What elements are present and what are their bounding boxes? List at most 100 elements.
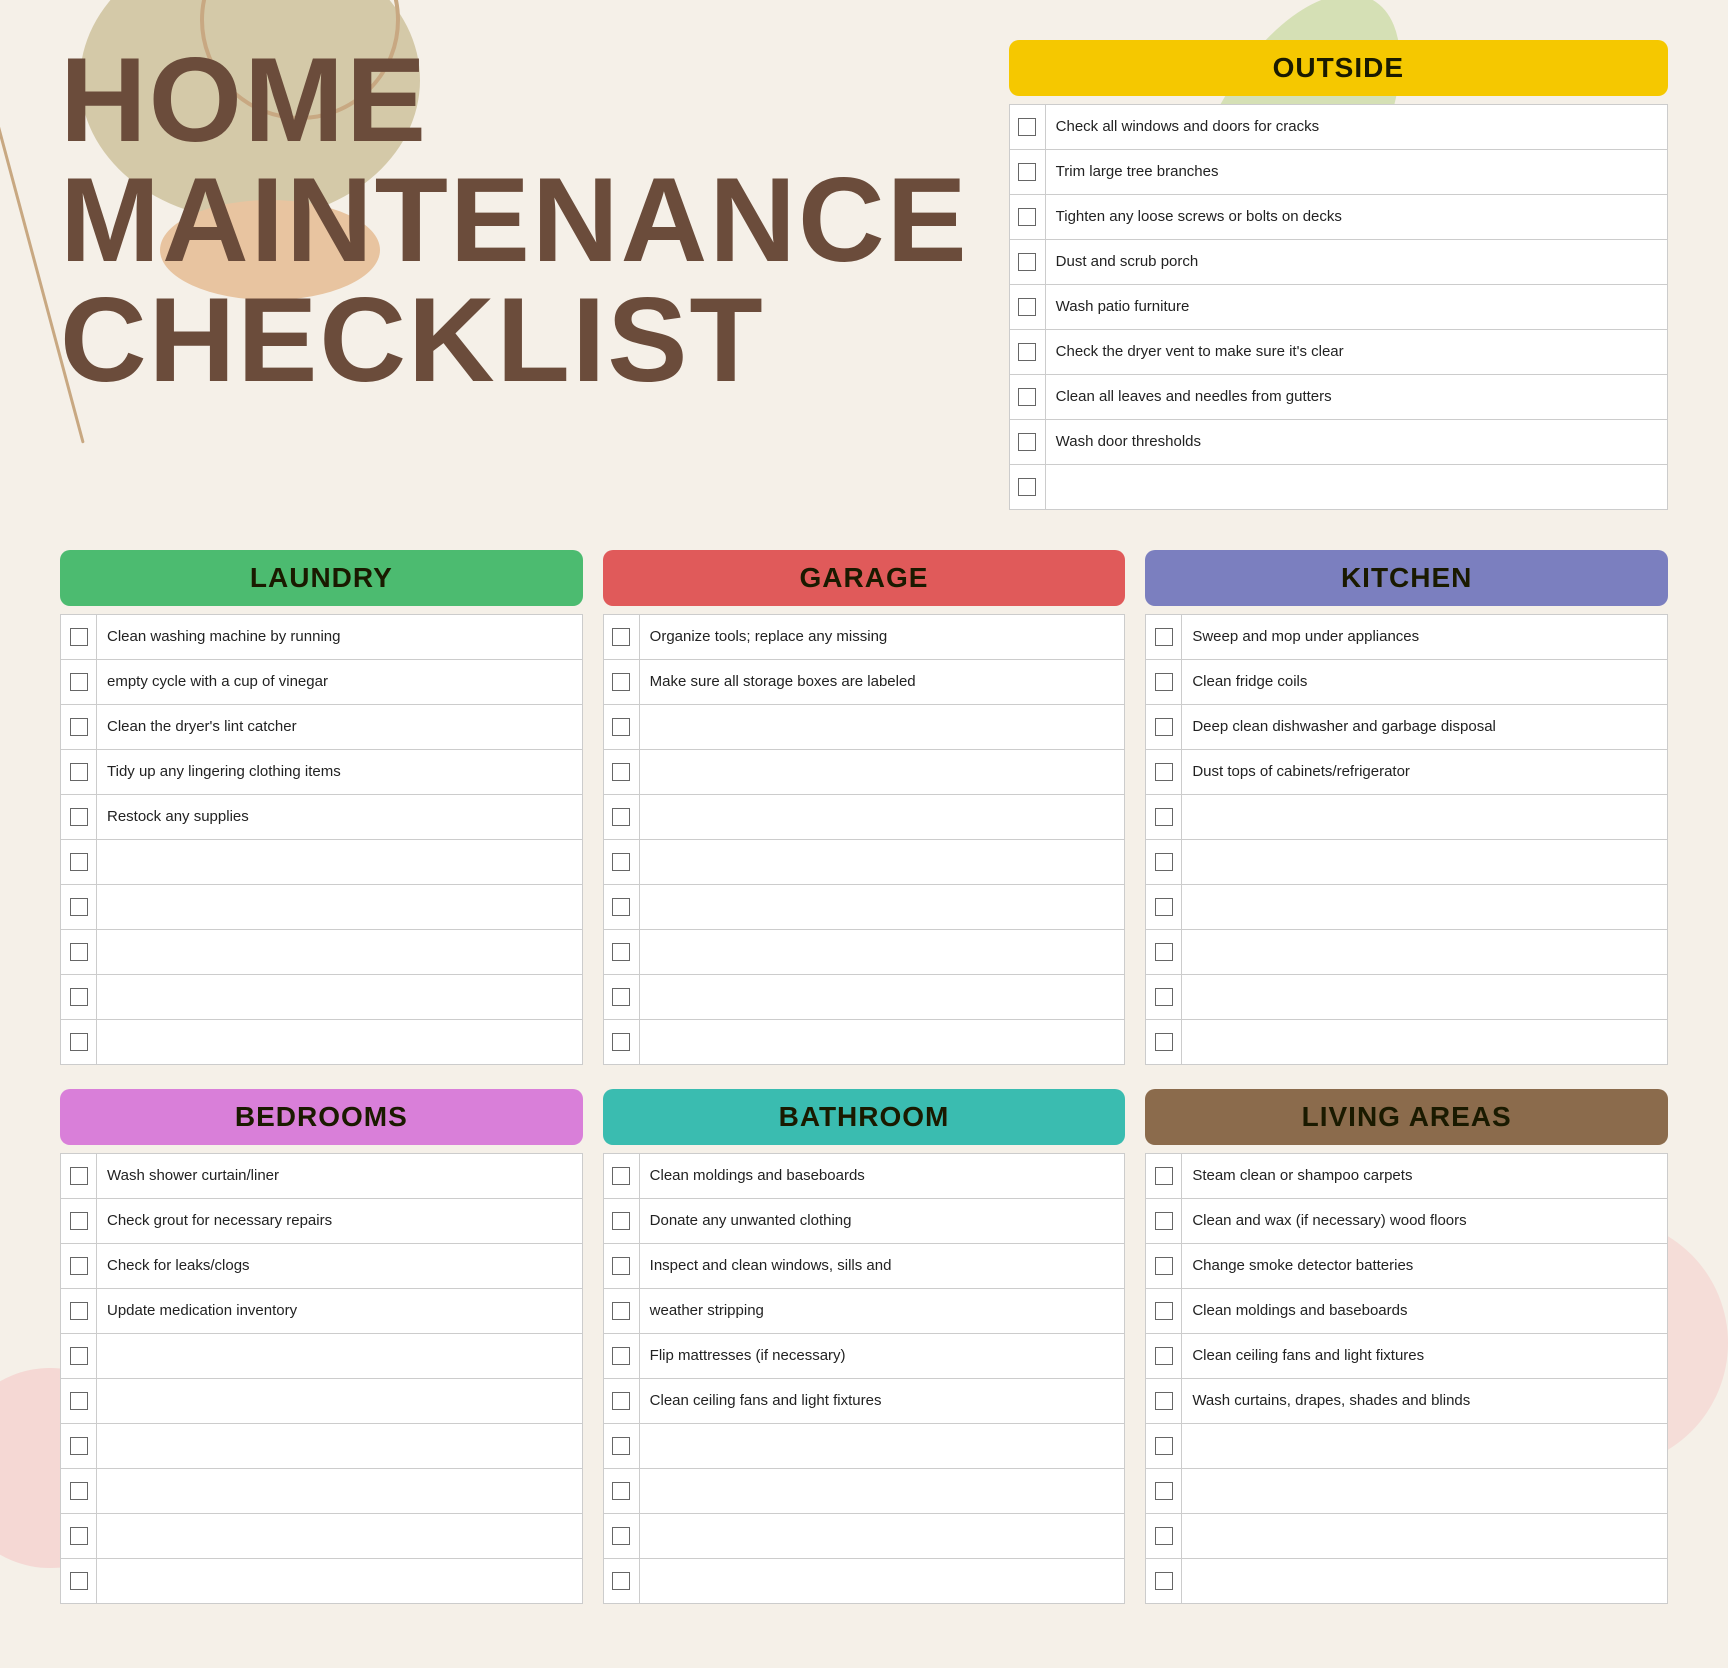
table-row <box>603 1514 1126 1559</box>
checkbox-cell <box>604 795 640 839</box>
checklist-item-text <box>640 1036 1125 1048</box>
checkbox[interactable] <box>1155 1257 1173 1275</box>
checkbox[interactable] <box>70 1167 88 1185</box>
checkbox[interactable] <box>1155 943 1173 961</box>
checkbox[interactable] <box>612 1392 630 1410</box>
checkbox[interactable] <box>70 1482 88 1500</box>
checkbox[interactable] <box>1018 388 1036 406</box>
checkbox[interactable] <box>1155 808 1173 826</box>
checkbox[interactable] <box>1155 763 1173 781</box>
checkbox-cell <box>604 1379 640 1423</box>
checklist-item-text <box>640 901 1125 913</box>
checkbox[interactable] <box>612 1212 630 1230</box>
checkbox[interactable] <box>1155 1572 1173 1590</box>
checkbox[interactable] <box>1155 628 1173 646</box>
checkbox[interactable] <box>70 898 88 916</box>
checkbox-cell <box>604 1514 640 1558</box>
table-row <box>1145 975 1668 1020</box>
garage-header: GARAGE <box>603 550 1126 606</box>
checkbox-cell <box>604 840 640 884</box>
checkbox[interactable] <box>70 763 88 781</box>
table-row: Tighten any loose screws or bolts on dec… <box>1009 195 1668 240</box>
checklist-item-text <box>97 1036 582 1048</box>
checkbox[interactable] <box>70 988 88 1006</box>
checkbox[interactable] <box>70 853 88 871</box>
checkbox[interactable] <box>1155 1347 1173 1365</box>
checkbox[interactable] <box>70 943 88 961</box>
checkbox[interactable] <box>70 1437 88 1455</box>
checkbox[interactable] <box>70 1257 88 1275</box>
checkbox[interactable] <box>1155 718 1173 736</box>
table-row: Update medication inventory <box>60 1289 583 1334</box>
checkbox[interactable] <box>1018 253 1036 271</box>
checklist-item-text <box>97 901 582 913</box>
checkbox[interactable] <box>612 1347 630 1365</box>
checkbox[interactable] <box>1155 1033 1173 1051</box>
checkbox[interactable] <box>612 673 630 691</box>
table-row <box>60 885 583 930</box>
checkbox[interactable] <box>70 1212 88 1230</box>
table-row: Organize tools; replace any missing <box>603 614 1126 660</box>
checkbox[interactable] <box>1155 1392 1173 1410</box>
checkbox[interactable] <box>1018 298 1036 316</box>
checkbox[interactable] <box>1155 1482 1173 1500</box>
checkbox[interactable] <box>70 1572 88 1590</box>
checklist-item-text: Clean washing machine by running <box>97 621 582 653</box>
checkbox[interactable] <box>612 628 630 646</box>
checkbox[interactable] <box>612 853 630 871</box>
checkbox[interactable] <box>612 718 630 736</box>
checkbox[interactable] <box>612 808 630 826</box>
table-row: Clean washing machine by running <box>60 614 583 660</box>
checklist-item-text: Clean ceiling fans and light fixtures <box>1182 1340 1667 1372</box>
checkbox[interactable] <box>70 673 88 691</box>
checkbox[interactable] <box>70 808 88 826</box>
checkbox[interactable] <box>70 1392 88 1410</box>
checkbox[interactable] <box>70 1347 88 1365</box>
checkbox-cell <box>604 1199 640 1243</box>
checkbox[interactable] <box>1155 1167 1173 1185</box>
checkbox[interactable] <box>1155 988 1173 1006</box>
checkbox[interactable] <box>612 898 630 916</box>
checkbox[interactable] <box>1018 433 1036 451</box>
checkbox[interactable] <box>70 1527 88 1545</box>
checkbox-cell <box>604 885 640 929</box>
checkbox[interactable] <box>612 1437 630 1455</box>
checkbox[interactable] <box>1155 1527 1173 1545</box>
checkbox-cell <box>604 750 640 794</box>
checkbox[interactable] <box>1155 673 1173 691</box>
checkbox[interactable] <box>1018 163 1036 181</box>
checkbox[interactable] <box>612 943 630 961</box>
checkbox[interactable] <box>1155 853 1173 871</box>
checkbox[interactable] <box>612 763 630 781</box>
checkbox-cell <box>1146 1244 1182 1288</box>
checkbox[interactable] <box>1018 208 1036 226</box>
checkbox[interactable] <box>1155 898 1173 916</box>
checkbox[interactable] <box>1018 118 1036 136</box>
checkbox[interactable] <box>70 718 88 736</box>
checkbox[interactable] <box>1155 1212 1173 1230</box>
checkbox[interactable] <box>1155 1302 1173 1320</box>
checklist-item-text <box>97 1575 582 1587</box>
laundry-section: LAUNDRY Clean washing machine by running… <box>60 550 583 1065</box>
checkbox[interactable] <box>612 1482 630 1500</box>
checkbox[interactable] <box>1018 478 1036 496</box>
checklist-item-text: Organize tools; replace any missing <box>640 621 1125 653</box>
bathroom-header: BATHROOM <box>603 1089 1126 1145</box>
checkbox[interactable] <box>1018 343 1036 361</box>
checkbox-cell <box>1010 105 1046 149</box>
checkbox[interactable] <box>70 1302 88 1320</box>
table-row: Clean and wax (if necessary) wood floors <box>1145 1199 1668 1244</box>
checkbox-cell <box>61 1244 97 1288</box>
checkbox[interactable] <box>612 1033 630 1051</box>
checkbox[interactable] <box>70 1033 88 1051</box>
table-row: Clean moldings and baseboards <box>1145 1289 1668 1334</box>
table-row <box>60 930 583 975</box>
checkbox[interactable] <box>612 1167 630 1185</box>
checkbox[interactable] <box>1155 1437 1173 1455</box>
checkbox[interactable] <box>612 1302 630 1320</box>
checkbox[interactable] <box>612 1527 630 1545</box>
checkbox[interactable] <box>612 988 630 1006</box>
checkbox[interactable] <box>70 628 88 646</box>
checkbox[interactable] <box>612 1572 630 1590</box>
checkbox[interactable] <box>612 1257 630 1275</box>
